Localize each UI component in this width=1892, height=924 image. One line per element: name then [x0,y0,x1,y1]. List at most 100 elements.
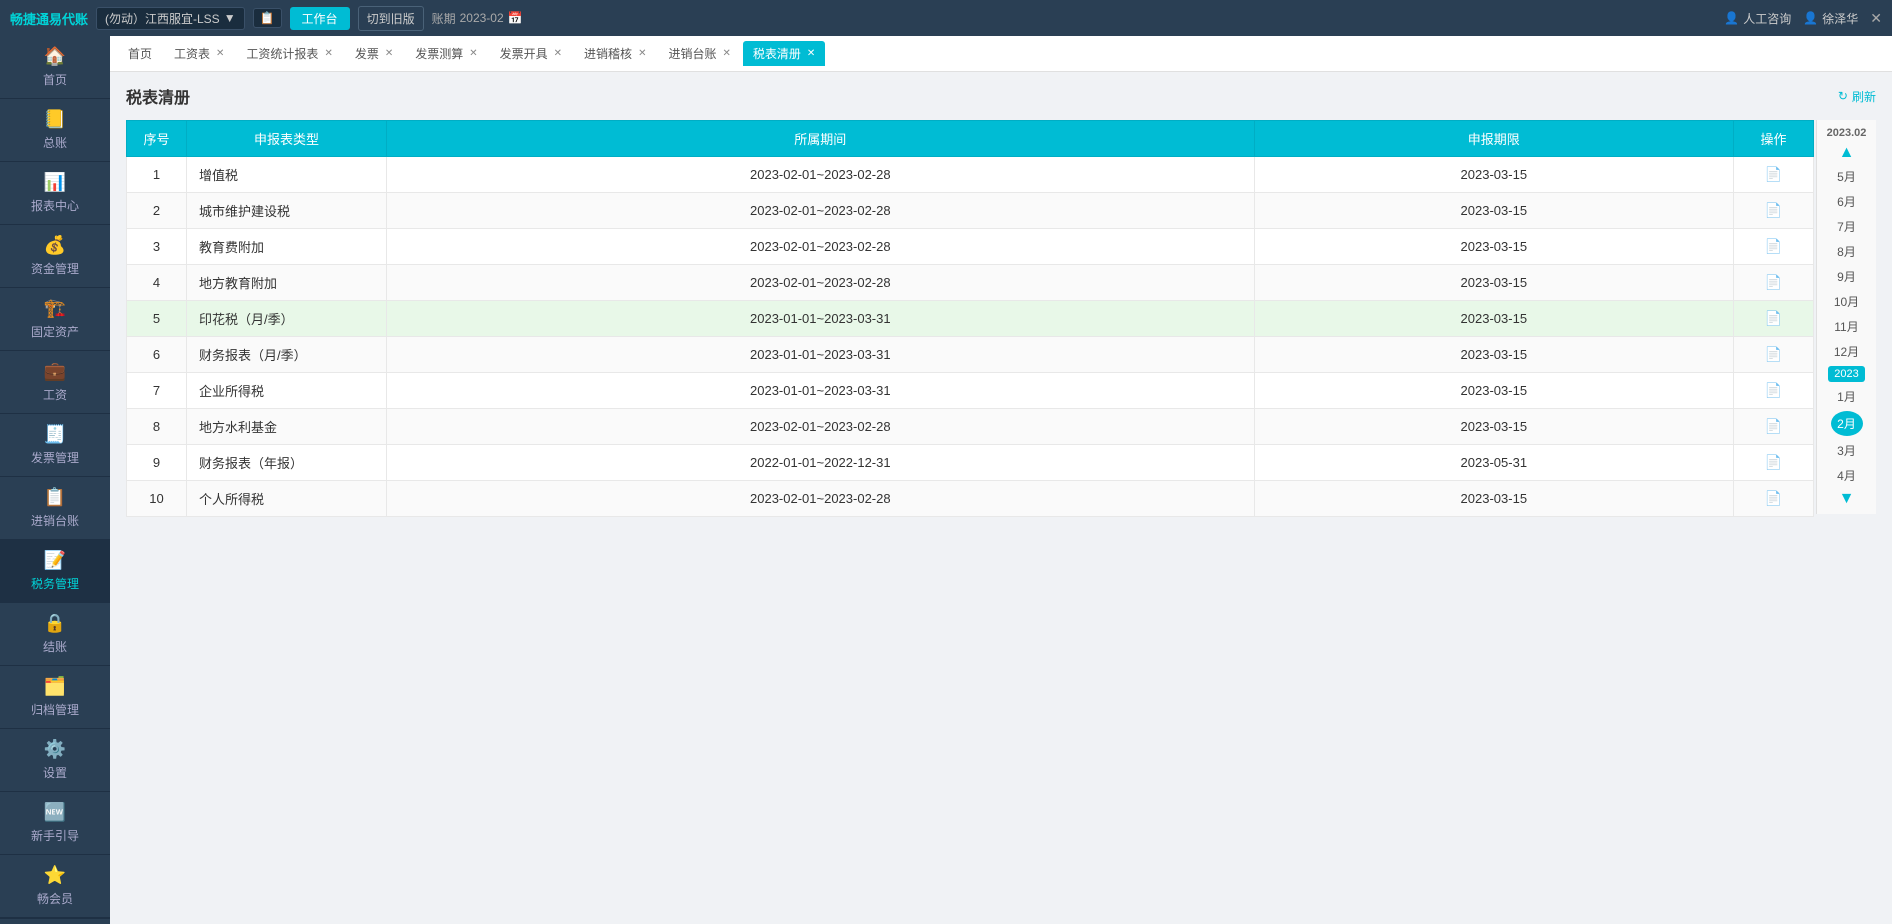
calendar-month-7[interactable]: 7月 [1817,214,1876,239]
cell-action[interactable]: 📄 [1734,301,1814,337]
sidebar-item-label: 税务管理 [31,575,79,592]
tab-close-wages-report[interactable]: ✕ [324,48,332,59]
cell-action[interactable]: 📄 [1734,229,1814,265]
sidebar-item-label: 总账 [43,134,67,151]
cell-type: 企业所得税 [187,373,387,409]
cell-period: 2023-02-01~2023-02-28 [387,193,1255,229]
closing-icon: 🔒 [44,613,66,634]
cell-action[interactable]: 📄 [1734,445,1814,481]
sidebar-item-archive[interactable]: 🗂️ 归档管理 [0,666,110,729]
calendar-month-11[interactable]: 11月 [1817,314,1876,339]
action-detail-icon[interactable]: 📄 [1765,382,1782,398]
sidebar-item-tax[interactable]: 📝 税务管理 [0,540,110,603]
calendar-nav-down[interactable]: ▼ [1837,488,1857,510]
calendar-month-4[interactable]: 4月 [1817,463,1876,488]
calendar-month-1[interactable]: 1月 [1817,384,1876,409]
content-area: 首页 工资表 ✕ 工资统计报表 ✕ 发票 ✕ 发票测算 ✕ 发票开具 ✕ [110,36,1892,924]
action-detail-icon[interactable]: 📄 [1765,490,1782,506]
tab-invoice-calc[interactable]: 发票测算 ✕ [405,41,487,66]
cell-no: 9 [127,445,187,481]
tab-home[interactable]: 首页 [118,41,162,66]
calendar-month-6[interactable]: 6月 [1817,189,1876,214]
tab-tax-register[interactable]: 税表清册 ✕ [743,41,825,66]
calendar-month-12[interactable]: 12月 [1817,339,1876,364]
sidebar: 🏠 首页 📒 总账 📊 报表中心 💰 资金管理 🏗️ 固定资产 💼 工资 🧾 发… [0,36,110,924]
tab-close-invoice-calc[interactable]: ✕ [469,48,477,59]
refresh-button[interactable]: ↻ 刷新 [1838,88,1876,105]
user-menu[interactable]: 👤 徐泽华 [1803,10,1858,27]
support-link[interactable]: 👤 人工咨询 [1724,10,1791,27]
tab-close-tax-register[interactable]: ✕ [807,48,815,59]
sidebar-item-label: 畅会员 [37,890,73,907]
calendar-year-2023[interactable]: 2023 [1828,366,1864,382]
sidebar-item-ledger[interactable]: 📒 总账 [0,99,110,162]
cell-action[interactable]: 📄 [1734,481,1814,517]
cell-no: 3 [127,229,187,265]
member-icon: ⭐ [44,865,66,886]
calendar-month-8[interactable]: 8月 [1817,239,1876,264]
calendar-month-9[interactable]: 9月 [1817,264,1876,289]
cell-action[interactable]: 📄 [1734,409,1814,445]
calendar-month-10[interactable]: 10月 [1817,289,1876,314]
unpin-sidebar-button[interactable]: ◀◀ 取消固定 [0,918,110,924]
sidebar-item-member[interactable]: ⭐ 畅会员 [0,855,110,918]
action-detail-icon[interactable]: 📄 [1765,274,1782,290]
company-selector[interactable]: (勿动）江西服宜-LSS ▼ [96,7,245,30]
sidebar-item-home[interactable]: 🏠 首页 [0,36,110,99]
cell-action[interactable]: 📄 [1734,373,1814,409]
sidebar-item-closing[interactable]: 🔒 结账 [0,603,110,666]
action-detail-icon[interactable]: 📄 [1765,202,1782,218]
switch-version-button[interactable]: 切到旧版 [358,6,424,31]
action-detail-icon[interactable]: 📄 [1765,454,1782,470]
sidebar-item-settings[interactable]: ⚙️ 设置 [0,729,110,792]
sidebar-item-wages[interactable]: 💼 工资 [0,351,110,414]
calendar-month-2-active[interactable]: 2月 [1831,411,1863,436]
close-window-icon[interactable]: ✕ [1870,10,1882,27]
tab-purchase-ledger[interactable]: 进销台账 ✕ [658,41,740,66]
tab-close-invoices[interactable]: ✕ [385,48,393,59]
calendar-month-3[interactable]: 3月 [1817,438,1876,463]
cell-deadline: 2023-03-15 [1254,337,1733,373]
tab-wages[interactable]: 工资表 ✕ [164,41,234,66]
action-detail-icon[interactable]: 📄 [1765,238,1782,254]
tab-close-wages[interactable]: ✕ [216,48,224,59]
tab-close-invoice-open[interactable]: ✕ [554,48,562,59]
cell-action[interactable]: 📄 [1734,157,1814,193]
sidebar-item-label: 新手引导 [31,827,79,844]
action-detail-icon[interactable]: 📄 [1765,310,1782,326]
cell-action[interactable]: 📄 [1734,193,1814,229]
cell-action[interactable]: 📄 [1734,265,1814,301]
sidebar-item-guide[interactable]: 🆕 新手引导 [0,792,110,855]
sidebar-item-funds[interactable]: 💰 资金管理 [0,225,110,288]
tab-close-purchase-check[interactable]: ✕ [638,48,646,59]
tab-bar: 首页 工资表 ✕ 工资统计报表 ✕ 发票 ✕ 发票测算 ✕ 发票开具 ✕ [110,36,1892,72]
action-detail-icon[interactable]: 📄 [1765,418,1782,434]
sidebar-item-assets[interactable]: 🏗️ 固定资产 [0,288,110,351]
calendar-month-5[interactable]: 5月 [1817,164,1876,189]
sidebar-item-invoices[interactable]: 🧾 发票管理 [0,414,110,477]
tab-close-purchase-ledger[interactable]: ✕ [722,48,730,59]
copy-button[interactable]: 📋 [253,8,282,28]
cell-no: 8 [127,409,187,445]
action-detail-icon[interactable]: 📄 [1765,166,1782,182]
action-detail-icon[interactable]: 📄 [1765,346,1782,362]
sidebar-item-reconcile[interactable]: 📋 进销台账 [0,477,110,540]
sidebar-item-label: 首页 [43,71,67,88]
table-row: 10 个人所得税 2023-02-01~2023-02-28 2023-03-1… [127,481,1814,517]
cell-type: 教育费附加 [187,229,387,265]
tab-wages-report[interactable]: 工资统计报表 ✕ [236,41,342,66]
sidebar-item-reports[interactable]: 📊 报表中心 [0,162,110,225]
tab-invoices[interactable]: 发票 ✕ [345,41,403,66]
funds-icon: 💰 [44,235,66,256]
cell-period: 2023-02-01~2023-02-28 [387,157,1255,193]
workbench-button[interactable]: 工作台 [290,7,350,30]
cell-deadline: 2023-03-15 [1254,157,1733,193]
tab-purchase-check[interactable]: 进销稽核 ✕ [574,41,656,66]
tab-invoice-open[interactable]: 发票开具 ✕ [490,41,572,66]
cell-action[interactable]: 📄 [1734,337,1814,373]
table-row: 2 城市维护建设税 2023-02-01~2023-02-28 2023-03-… [127,193,1814,229]
calendar-nav-up[interactable]: ▲ [1837,142,1857,164]
tax-table: 序号 申报表类型 所属期间 申报期限 操作 1 增值税 2023-02-01~2… [126,120,1814,517]
wages-icon: 💼 [44,361,66,382]
settings-icon: ⚙️ [44,739,66,760]
